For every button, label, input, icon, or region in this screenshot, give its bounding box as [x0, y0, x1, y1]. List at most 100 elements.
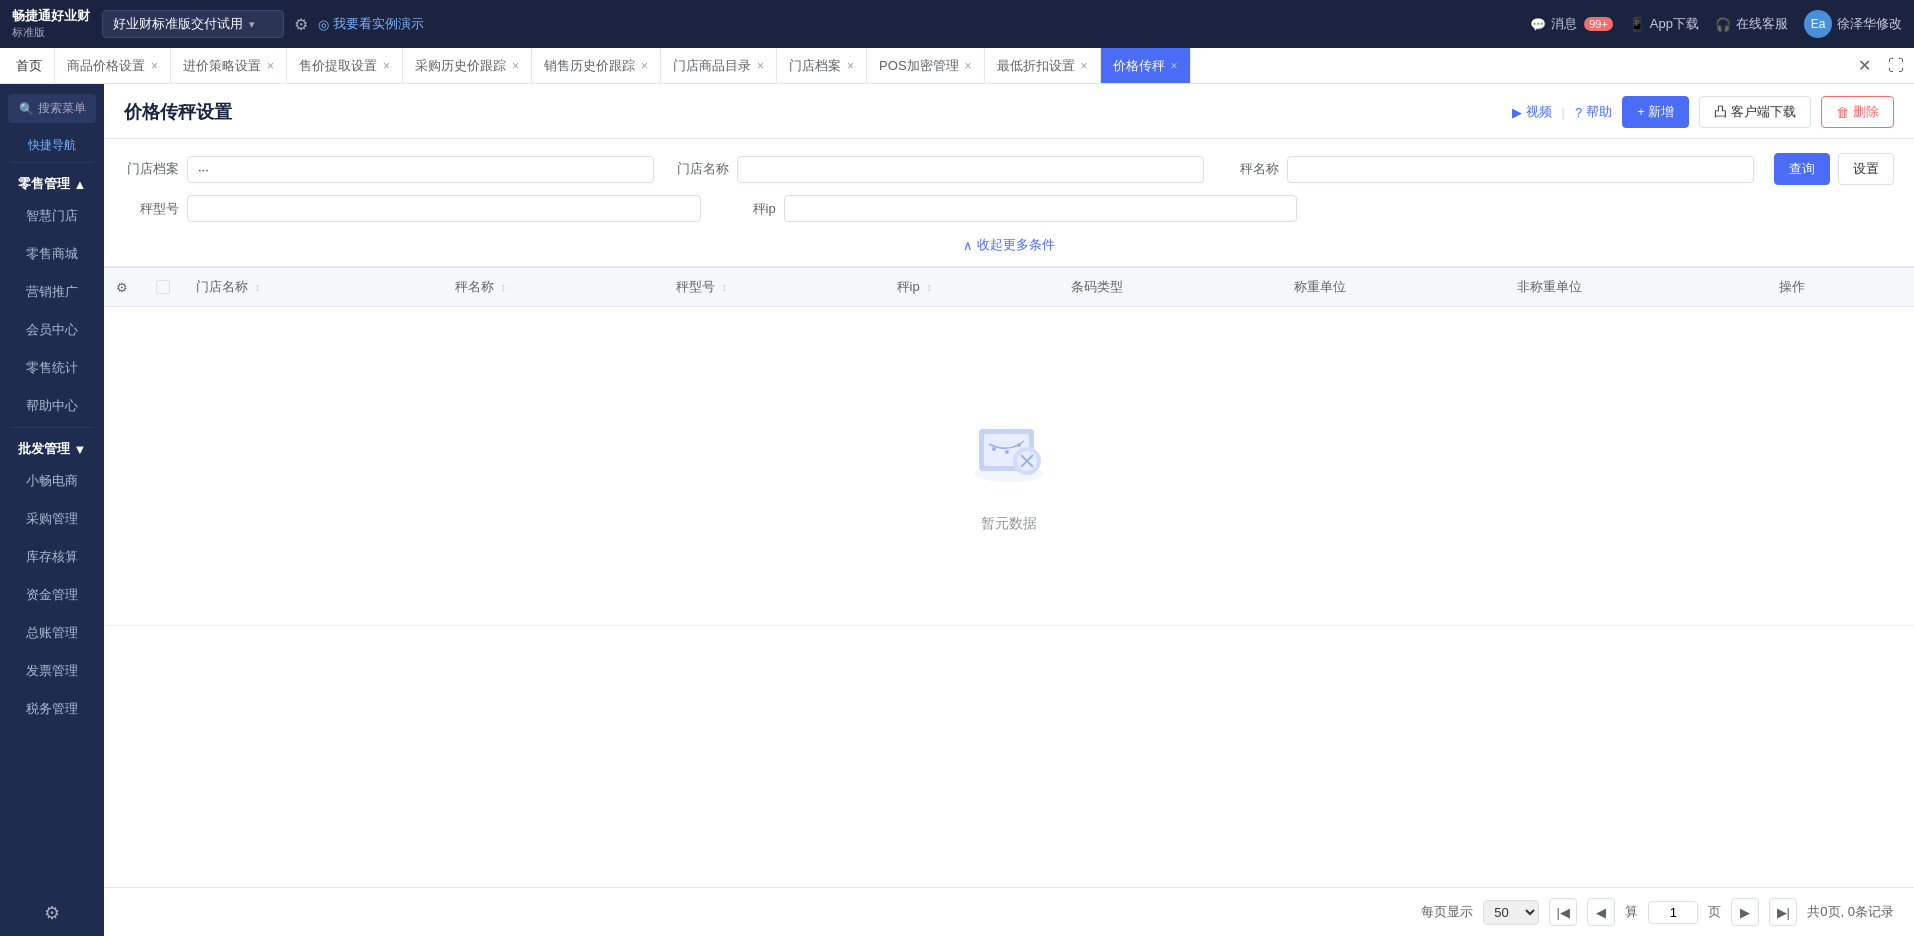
close-icon[interactable]: ×	[641, 59, 648, 73]
message-button[interactable]: 💬 消息 99+	[1530, 15, 1613, 33]
tab-min-discount-label: 最低折扣设置	[997, 57, 1075, 75]
tab-purchase-strategy[interactable]: 进价策略设置 ×	[171, 48, 287, 84]
tab-sale-price[interactable]: 售价提取设置 ×	[287, 48, 403, 84]
page-summary: 共0页, 0条记录	[1807, 903, 1894, 921]
th-scale-name[interactable]: 秤名称 ↕	[443, 268, 664, 307]
sidebar-item-help[interactable]: 帮助中心	[0, 387, 104, 425]
sidebar-item-inventory-label: 库存核算	[26, 548, 78, 566]
video-link[interactable]: ▶ 视频	[1512, 103, 1552, 121]
tab-close-button[interactable]: ✕	[1850, 52, 1878, 80]
collapse-button[interactable]: ∧ 收起更多条件	[963, 236, 1055, 254]
online-service-button[interactable]: 🎧 在线客服	[1715, 15, 1788, 33]
sidebar-item-inventory[interactable]: 库存核算	[0, 538, 104, 576]
th-action-label: 操作	[1779, 279, 1805, 294]
message-label: 消息	[1551, 15, 1577, 33]
prev-page-button[interactable]: ◀	[1587, 898, 1615, 926]
sidebar-item-small-commerce-label: 小畅电商	[26, 472, 78, 490]
last-page-button[interactable]: ▶|	[1769, 898, 1797, 926]
query-button[interactable]: 查询	[1774, 153, 1830, 185]
next-page-button[interactable]: ▶	[1731, 898, 1759, 926]
th-weight-unit[interactable]: 称重单位	[1282, 268, 1505, 307]
tab-price[interactable]: 商品价格设置 ×	[55, 48, 171, 84]
sidebar-item-retail-mall[interactable]: 零售商城	[0, 235, 104, 273]
tab-purchase-history[interactable]: 采购历史价跟踪 ×	[403, 48, 532, 84]
sidebar-settings-button[interactable]: ⚙	[0, 890, 104, 936]
close-icon[interactable]: ×	[1171, 59, 1178, 73]
collapse-label: 收起更多条件	[977, 236, 1055, 254]
th-settings[interactable]: ⚙	[104, 268, 144, 307]
page-suffix: 页	[1708, 903, 1721, 921]
tab-min-discount[interactable]: 最低折扣设置 ×	[985, 48, 1101, 84]
set-button[interactable]: 设置	[1838, 153, 1894, 185]
demo-button[interactable]: ◎ 我要看实例演示	[318, 15, 424, 33]
close-icon[interactable]: ×	[267, 59, 274, 73]
sidebar-group-wholesale[interactable]: 批发管理 ▼	[0, 430, 104, 462]
close-icon[interactable]: ×	[847, 59, 854, 73]
select-all-checkbox[interactable]	[156, 280, 170, 294]
sidebar-item-ledger[interactable]: 总账管理	[0, 614, 104, 652]
th-barcode-type[interactable]: 条码类型	[1059, 268, 1282, 307]
per-page-select[interactable]: 10 20 50 100	[1483, 900, 1539, 925]
sort-icon: ↕	[255, 281, 261, 293]
sidebar-item-invoice[interactable]: 发票管理	[0, 652, 104, 690]
empty-cell: 暂元数据	[104, 307, 1914, 626]
close-icon[interactable]: ×	[512, 59, 519, 73]
sidebar-item-member[interactable]: 会员中心	[0, 311, 104, 349]
sidebar-item-marketing[interactable]: 营销推广	[0, 273, 104, 311]
app-download-button[interactable]: 📱 App下载	[1629, 15, 1699, 33]
scale-name-input[interactable]	[1287, 156, 1754, 183]
sidebar-item-tax[interactable]: 税务管理	[0, 690, 104, 728]
tab-expand-button[interactable]: ⛶	[1882, 52, 1910, 80]
sidebar-item-finance[interactable]: 资金管理	[0, 576, 104, 614]
sidebar-group-retail[interactable]: 零售管理 ▲	[0, 165, 104, 197]
top-bar-right: 💬 消息 99+ 📱 App下载 🎧 在线客服 Ea 徐泽华修改	[1530, 10, 1902, 38]
sidebar-item-smart-store[interactable]: 智慧门店	[0, 197, 104, 235]
store-name-input[interactable]	[737, 156, 1204, 183]
store-archive-select[interactable]: ···	[187, 156, 654, 183]
filter-store-name: 门店名称	[674, 156, 1204, 183]
content-area: 价格传秤设置 ▶ 视频 | ? 帮助 + 新增 凸 客户端下载 🗑	[104, 84, 1914, 936]
sidebar-item-smart-store-label: 智慧门店	[26, 207, 78, 225]
svg-point-7	[992, 447, 996, 451]
download-button[interactable]: 凸 客户端下载	[1699, 96, 1811, 128]
th-scale-ip-label: 秤ip	[897, 279, 920, 294]
tab-store-catalog[interactable]: 门店商品目录 ×	[661, 48, 777, 84]
tab-price-scale[interactable]: 价格传秤 ×	[1101, 48, 1191, 84]
th-scale-model[interactable]: 秤型号 ↕	[664, 268, 885, 307]
th-checkbox[interactable]	[144, 268, 184, 307]
scale-model-input[interactable]	[187, 195, 701, 222]
page-input[interactable]	[1648, 901, 1698, 924]
sidebar-item-retail-stats-label: 零售统计	[26, 359, 78, 377]
close-icon[interactable]: ×	[757, 59, 764, 73]
tab-home[interactable]: 首页	[4, 48, 55, 84]
search-menu-button[interactable]: 🔍 搜索菜单	[8, 94, 96, 123]
th-store-name[interactable]: 门店名称 ↕	[184, 268, 443, 307]
close-icon[interactable]: ×	[151, 59, 158, 73]
sidebar-item-invoice-label: 发票管理	[26, 662, 78, 680]
sidebar-item-purchase[interactable]: 采购管理	[0, 500, 104, 538]
tab-sale-history[interactable]: 销售历史价跟踪 ×	[532, 48, 661, 84]
close-icon[interactable]: ×	[1081, 59, 1088, 73]
user-menu-button[interactable]: Ea 徐泽华修改	[1804, 10, 1902, 38]
filter-store-name-label: 门店名称	[674, 160, 729, 178]
sidebar-item-small-commerce[interactable]: 小畅电商	[0, 462, 104, 500]
tab-store-files[interactable]: 门店档案 ×	[777, 48, 867, 84]
close-icon[interactable]: ×	[383, 59, 390, 73]
scale-ip-input[interactable]	[784, 195, 1298, 222]
first-page-button[interactable]: |◀	[1549, 898, 1577, 926]
empty-row: 暂元数据	[104, 307, 1914, 626]
pagination-bar: 每页显示 10 20 50 100 |◀ ◀ 算 页 ▶ ▶| 共0页, 0条记…	[104, 887, 1914, 936]
add-button[interactable]: + 新增	[1622, 96, 1689, 128]
table-header-row: ⚙ 门店名称 ↕ 秤名称 ↕ 秤型号	[104, 268, 1914, 307]
version-selector[interactable]: 好业财标准版交付试用 ▾	[102, 10, 284, 38]
sidebar: 🔍 搜索菜单 快捷导航 零售管理 ▲ 智慧门店 零售商城 营销推广 会员中心 零…	[0, 84, 104, 936]
tab-pos[interactable]: POS加密管理 ×	[867, 48, 984, 84]
quick-nav-button[interactable]: 快捷导航	[0, 129, 104, 160]
sidebar-item-retail-stats[interactable]: 零售统计	[0, 349, 104, 387]
th-non-weight-unit[interactable]: 非称重单位	[1505, 268, 1767, 307]
help-link[interactable]: ? 帮助	[1575, 103, 1612, 121]
th-scale-ip[interactable]: 秤ip ↕	[885, 268, 1059, 307]
settings-icon[interactable]: ⚙	[294, 15, 308, 34]
close-icon[interactable]: ×	[965, 59, 972, 73]
delete-button[interactable]: 🗑 删除	[1821, 96, 1894, 128]
